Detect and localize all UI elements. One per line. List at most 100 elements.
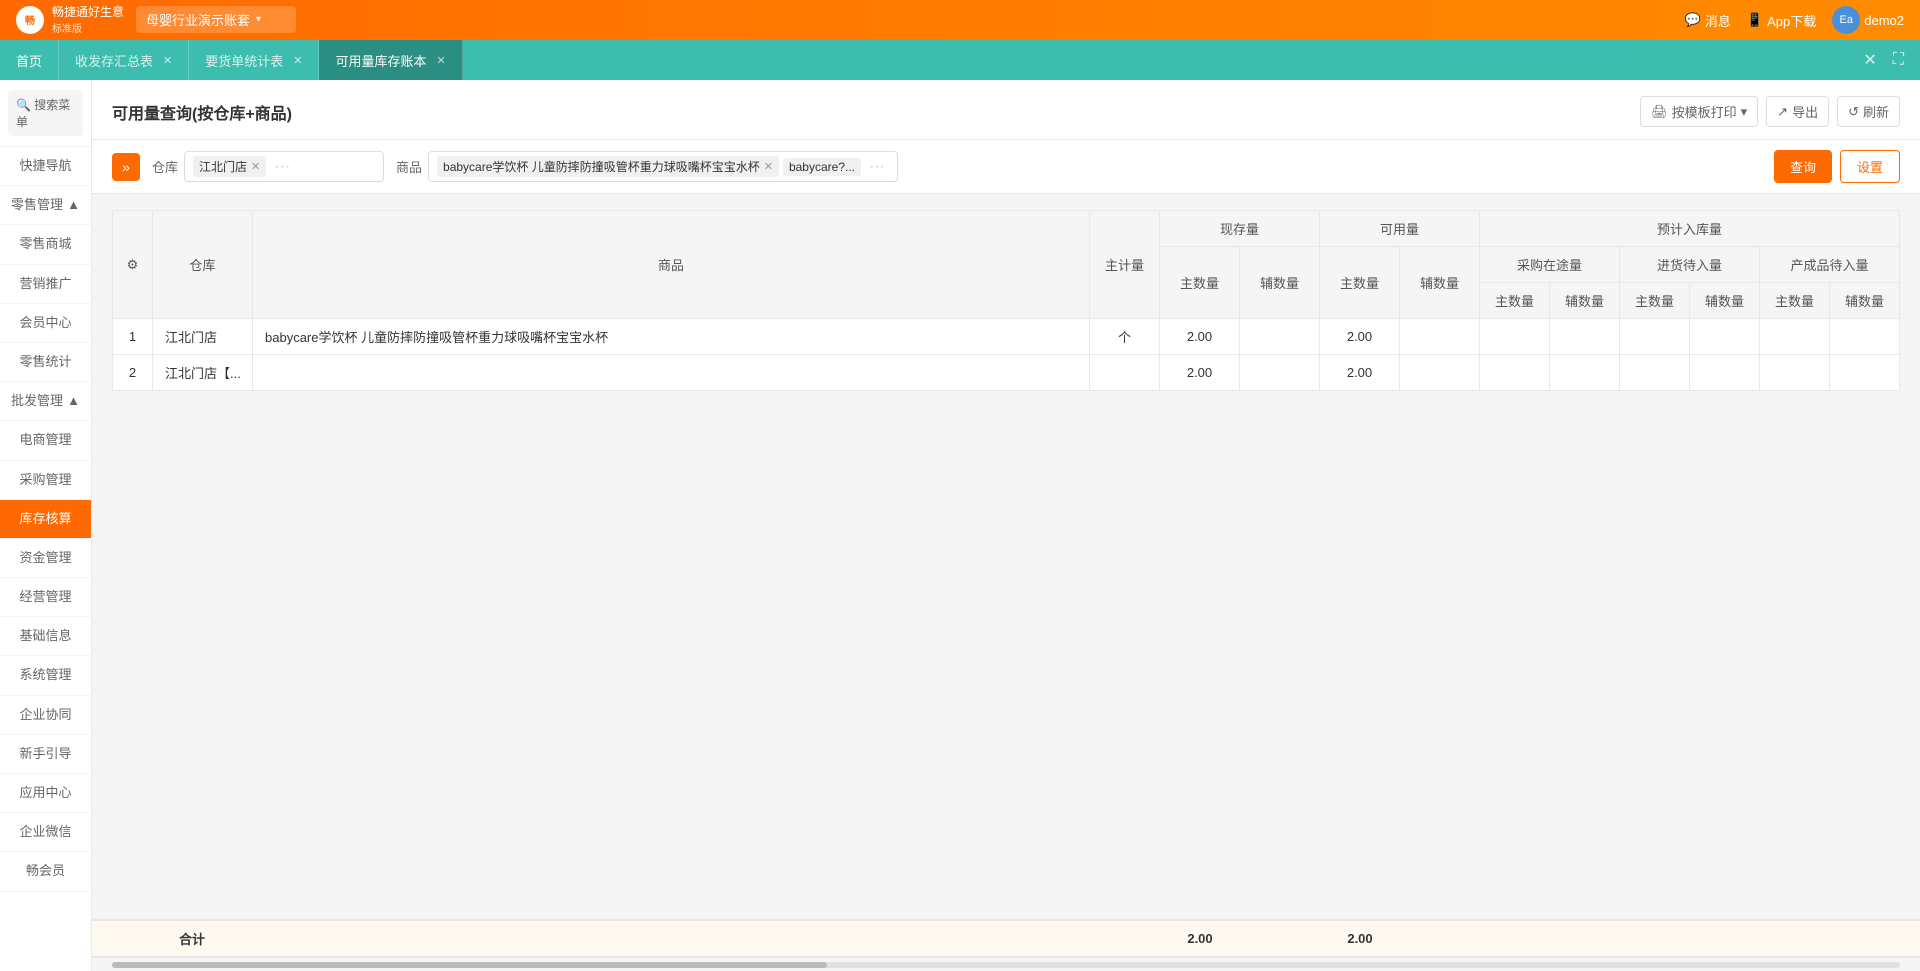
col-unit: 主计量: [1090, 211, 1160, 319]
sidebar-item-new-guide[interactable]: 新手引导: [0, 735, 91, 774]
tab-close-orders[interactable]: ✕: [293, 54, 302, 67]
col-proc-transit: 采购在途量: [1480, 247, 1620, 283]
cell-current-main: 2.00: [1160, 355, 1240, 391]
tab-close-all-button[interactable]: ✕: [1859, 46, 1880, 74]
logo-subtext: 标准版: [52, 20, 124, 35]
search-icon: 🔍: [16, 98, 31, 112]
sidebar-item-enterprise-collab[interactable]: 企业协同: [0, 696, 91, 735]
export-button[interactable]: ↗ 导出: [1766, 96, 1829, 127]
sidebar-item-retail-stats[interactable]: 零售统计: [0, 343, 91, 382]
cell-avail-main: 2.00: [1320, 319, 1400, 355]
sidebar-item-app-center[interactable]: 应用中心: [0, 774, 91, 813]
table-row: 1 江北门店 babycare学饮杯 儿童防摔防撞吸管杯重力球吸嘴杯宝宝水杯 个…: [113, 319, 1900, 355]
filter-product-more-icon[interactable]: ···: [865, 158, 889, 176]
sidebar-item-retail-mgmt[interactable]: 零售管理 ▲: [0, 186, 91, 225]
user-area[interactable]: Ea demo2: [1832, 6, 1904, 34]
page-actions: 🖨 按模板打印 ▾ ↗ 导出 ↺ 刷新: [1640, 96, 1900, 127]
warehouse-tag: 江北门店 ✕: [193, 156, 266, 177]
scroll-thumb: [112, 962, 827, 968]
tab-home[interactable]: 首页: [0, 40, 59, 80]
search-menu-button[interactable]: 🔍 搜索菜单: [8, 90, 83, 136]
sidebar-item-retail-mall[interactable]: 零售商城: [0, 225, 91, 264]
col-prod-main: 主数量: [1760, 283, 1830, 319]
tab-order-stats[interactable]: 要货单统计表 ✕: [189, 40, 319, 80]
sidebar-item-inventory-check[interactable]: 库存核算: [0, 500, 91, 539]
cell-proc-main: [1480, 355, 1550, 391]
sidebar-item-vip-member[interactable]: 畅会员: [0, 852, 91, 891]
sidebar-item-system-mgmt[interactable]: 系统管理: [0, 656, 91, 695]
arrow-icon: ▲: [67, 196, 80, 214]
sidebar-item-ops-mgmt[interactable]: 经营管理: [0, 578, 91, 617]
horizontal-scrollbar[interactable]: [92, 957, 1920, 971]
cell-proc-main: [1480, 319, 1550, 355]
tab-available-stock[interactable]: 可用量库存账本 ✕: [319, 40, 462, 80]
avatar: Ea: [1832, 6, 1860, 34]
filter-expand-button[interactable]: »: [112, 153, 140, 181]
cell-inc-main: [1620, 319, 1690, 355]
table-footer: 合计 2.00 2.00: [92, 919, 1920, 957]
col-forecast-in: 预计入库量: [1480, 211, 1900, 247]
filter-bar: » 仓库 江北门店 ✕ ··· 商品 babycare学饮杯 儿童防摔防撞吸管杯…: [92, 140, 1920, 194]
settings-button[interactable]: 设置: [1840, 150, 1900, 183]
sidebar-item-wholesale-mgmt[interactable]: 批发管理 ▲: [0, 382, 91, 421]
cell-prod-aux: [1830, 319, 1900, 355]
query-button[interactable]: 查询: [1774, 150, 1832, 183]
download-icon: 📱: [1747, 12, 1763, 28]
footer-label: 合计: [112, 929, 272, 948]
product-label: 商品: [396, 157, 422, 176]
cell-inc-main: [1620, 355, 1690, 391]
page-header: 可用量查询(按仓库+商品) 🖨 按模板打印 ▾ ↗ 导出 ↺ 刷新: [92, 80, 1920, 140]
tab-actions: ✕ ⛶: [1847, 40, 1920, 80]
filter-action-buttons: 查询 设置: [1774, 150, 1900, 183]
col-gear[interactable]: ⚙: [113, 211, 153, 319]
tab-expand-button[interactable]: ⛶: [1889, 47, 1908, 73]
warehouse-input[interactable]: 江北门店 ✕ ···: [184, 151, 384, 182]
sidebar-item-purchase-mgmt[interactable]: 采购管理: [0, 461, 91, 500]
company-selector[interactable]: 母婴行业演示账套 ▾: [136, 6, 296, 33]
cell-prod-main: [1760, 355, 1830, 391]
scroll-track: [112, 962, 1900, 968]
product-input[interactable]: babycare学饮杯 儿童防摔防撞吸管杯重力球吸嘴杯宝宝水杯 ✕ babyca…: [428, 151, 898, 182]
product-filter-group: 商品 babycare学饮杯 儿童防摔防撞吸管杯重力球吸嘴杯宝宝水杯 ✕ bab…: [396, 151, 898, 182]
col-proc-aux: 辅数量: [1550, 283, 1620, 319]
tab-close-receive[interactable]: ✕: [163, 54, 172, 67]
cell-unit: 个: [1090, 319, 1160, 355]
print-icon: 🖨: [1651, 104, 1668, 120]
sidebar-item-quick-nav[interactable]: 快捷导航: [0, 147, 91, 186]
col-product: 商品: [253, 211, 1090, 319]
tab-close-available[interactable]: ✕: [437, 54, 446, 67]
sidebar-item-enterprise-wechat[interactable]: 企业微信: [0, 813, 91, 852]
sidebar-item-member-center[interactable]: 会员中心: [0, 304, 91, 343]
cell-avail-aux: [1400, 355, 1480, 391]
sidebar-item-marketing[interactable]: 营销推广: [0, 265, 91, 304]
sidebar-item-ecommerce[interactable]: 电商管理: [0, 421, 91, 460]
cell-avail-main: 2.00: [1320, 355, 1400, 391]
col-current-stock: 现存量: [1160, 211, 1320, 247]
export-icon: ↗: [1777, 104, 1788, 120]
sidebar-item-basic-info[interactable]: 基础信息: [0, 617, 91, 656]
cell-current-aux: [1240, 319, 1320, 355]
col-current-aux: 辅数量: [1240, 247, 1320, 319]
product-tag-1-close[interactable]: ✕: [764, 160, 773, 173]
refresh-icon: ↺: [1848, 104, 1859, 120]
table-row: 2 江北门店【... 2.00 2.00: [113, 355, 1900, 391]
cell-prod-aux: [1830, 355, 1900, 391]
warehouse-filter-group: 仓库 江北门店 ✕ ···: [152, 151, 384, 182]
message-button[interactable]: 💬 消息: [1685, 11, 1731, 30]
col-avail-aux: 辅数量: [1400, 247, 1480, 319]
template-print-button[interactable]: 🖨 按模板打印 ▾: [1640, 96, 1758, 127]
warehouse-tag-close[interactable]: ✕: [251, 160, 260, 173]
col-prod-aux: 辅数量: [1830, 283, 1900, 319]
filter-more-icon[interactable]: ···: [270, 158, 294, 176]
tab-receive-summary[interactable]: 收发存汇总表 ✕: [59, 40, 189, 80]
cell-proc-aux: [1550, 355, 1620, 391]
col-incoming-pending: 进货待入量: [1620, 247, 1760, 283]
sidebar: 🔍 搜索菜单 快捷导航 零售管理 ▲ 零售商城 营销推广 会员中心 零售统计 批…: [0, 80, 92, 971]
col-proc-main: 主数量: [1480, 283, 1550, 319]
col-avail-main: 主数量: [1320, 247, 1400, 319]
refresh-button[interactable]: ↺ 刷新: [1837, 96, 1900, 127]
message-icon: 💬: [1685, 12, 1701, 28]
download-button[interactable]: 📱 App下载: [1747, 11, 1816, 30]
sidebar-item-finance-mgmt[interactable]: 资金管理: [0, 539, 91, 578]
cell-warehouse: 江北门店: [153, 319, 253, 355]
